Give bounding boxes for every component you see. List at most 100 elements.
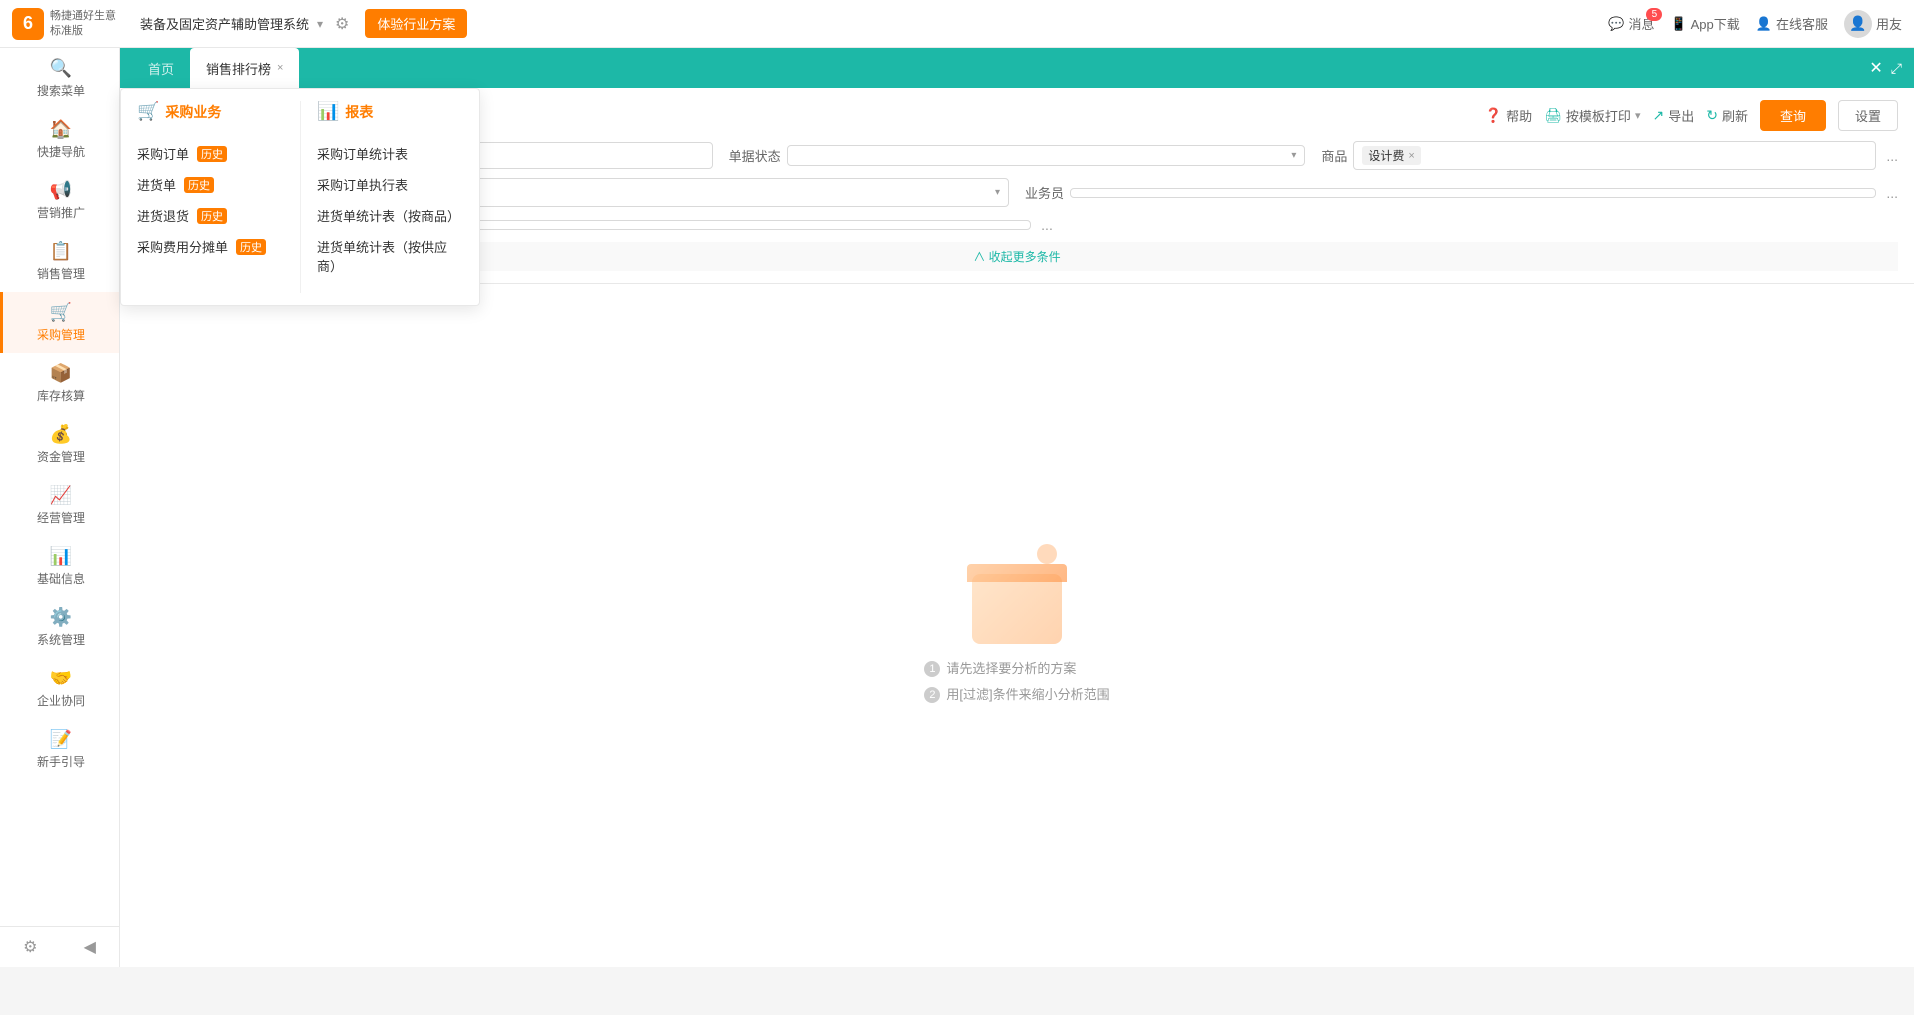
dropdown-inner: 🛒 采购业务 采购订单 历史 进货单 历史 进货退货 历史 采购费用分摊单 历史 bbox=[121, 101, 479, 293]
settings-icon[interactable]: ⚙ bbox=[335, 14, 349, 34]
sidebar-item-marketing[interactable]: 📢 营销推广 bbox=[0, 170, 119, 231]
tab-sales-ranking-label: 销售排行榜 bbox=[206, 59, 271, 78]
user-area[interactable]: 👤 用友 bbox=[1844, 10, 1902, 38]
app-download-label: App下载 bbox=[1691, 14, 1740, 33]
dropdown-item-inbound-stat-goods[interactable]: 进货单统计表（按商品） bbox=[317, 200, 463, 231]
top-bar-right: 💬 消息 5 📱 App下载 👤 在线客服 👤 用友 bbox=[1608, 10, 1902, 38]
tab-home-label: 首页 bbox=[148, 59, 174, 78]
system-icon: ⚙️ bbox=[50, 607, 72, 628]
system-title: 装备及固定资产辅助管理系统 bbox=[140, 14, 309, 33]
cost-history: 历史 bbox=[236, 239, 266, 255]
salesman-input[interactable] bbox=[1070, 188, 1876, 198]
top-bar: 6 畅捷通好生意 标准版 装备及固定资产辅助管理系统 ▾ ⚙ 体验行业方案 💬 … bbox=[0, 0, 1914, 48]
business-icon: 📈 bbox=[50, 485, 72, 506]
refresh-btn[interactable]: ↻ 刷新 bbox=[1706, 106, 1748, 125]
export-btn[interactable]: ↗ 导出 bbox=[1652, 106, 1694, 125]
step-1: 1 请先选择要分析的方案 bbox=[924, 656, 1109, 682]
export-icon: ↗ bbox=[1652, 107, 1664, 124]
message-icon: 💬 bbox=[1608, 16, 1624, 32]
dropdown-item-inbound[interactable]: 进货单 历史 bbox=[137, 169, 284, 200]
goods-input[interactable]: 设计费 × bbox=[1353, 141, 1876, 170]
empty-illustration bbox=[957, 544, 1077, 644]
tab-sales-ranking[interactable]: 销售排行榜 × bbox=[190, 48, 299, 88]
sidebar-item-basic[interactable]: 📊 基础信息 bbox=[0, 536, 119, 597]
goods-dots[interactable]: ... bbox=[1886, 148, 1898, 164]
tab-bar-close-btn[interactable]: ✕ bbox=[1869, 58, 1882, 78]
refresh-icon: ↻ bbox=[1706, 107, 1718, 124]
industry-btn[interactable]: 体验行业方案 bbox=[365, 9, 467, 38]
tab-bar-expand-btn[interactable]: ⤢ bbox=[1891, 60, 1902, 77]
sidebar-item-business[interactable]: 📈 经营管理 bbox=[0, 475, 119, 536]
salesman-dots[interactable]: ... bbox=[1886, 185, 1898, 201]
service-icon: 👤 bbox=[1756, 16, 1772, 32]
goods-label: 商品 bbox=[1321, 146, 1347, 165]
app-download-btn[interactable]: 📱 App下载 bbox=[1670, 14, 1739, 33]
cooperation-icon: 🤝 bbox=[50, 668, 72, 689]
collapse-icon: ∧ bbox=[973, 250, 985, 264]
sidebar-item-inventory[interactable]: 📦 库存核算 bbox=[0, 353, 119, 414]
sidebar-label-cooperation: 企业协同 bbox=[37, 692, 85, 709]
query-btn[interactable]: 查询 bbox=[1760, 100, 1826, 131]
return-label: 进货退货 bbox=[137, 206, 189, 225]
tab-bar-right: ✕ ⤢ bbox=[1869, 58, 1902, 78]
sidebar-item-cooperation[interactable]: 🤝 企业协同 bbox=[0, 658, 119, 719]
sidebar-label-basic: 基础信息 bbox=[37, 570, 85, 587]
dropdown-item-inbound-stat-supplier[interactable]: 进货单统计表（按供应商） bbox=[317, 231, 463, 281]
status-input[interactable]: ▾ bbox=[787, 145, 1306, 166]
dropdown-item-purchase-order[interactable]: 采购订单 历史 bbox=[137, 138, 284, 169]
system-dropdown-arrow[interactable]: ▾ bbox=[317, 17, 323, 31]
sidebar-collapse-btn[interactable]: ◀ bbox=[84, 937, 96, 957]
purchase-icon: 🛒 bbox=[50, 302, 72, 323]
tab-bar: 首页 销售排行榜 × ✕ ⤢ bbox=[120, 48, 1914, 88]
dropdown-item-return[interactable]: 进货退货 历史 bbox=[137, 200, 284, 231]
step-1-text: 请先选择要分析的方案 bbox=[946, 656, 1076, 682]
step-2: 2 用[过滤]条件来缩小分析范围 bbox=[924, 682, 1109, 708]
purchase-order-history: 历史 bbox=[197, 146, 227, 162]
sales-icon: 📋 bbox=[50, 241, 72, 262]
tab-close-btn[interactable]: × bbox=[277, 62, 283, 74]
sidebar-label-search: 搜索菜单 bbox=[37, 82, 85, 99]
online-service-label: 在线客服 bbox=[1776, 14, 1828, 33]
sidebar-label-marketing: 营销推广 bbox=[37, 204, 85, 221]
filter-salesman: 业务员 ... bbox=[1025, 183, 1898, 202]
empty-state: 1 请先选择要分析的方案 2 用[过滤]条件来缩小分析范围 bbox=[120, 284, 1914, 967]
logo-area: 6 畅捷通好生意 标准版 bbox=[12, 8, 132, 40]
sidebar-item-nav[interactable]: 🏠 快捷导航 bbox=[0, 109, 119, 170]
print-dropdown-arrow[interactable]: ▾ bbox=[1635, 109, 1641, 122]
customer-dots[interactable]: ... bbox=[1041, 217, 1053, 233]
set-btn[interactable]: 设置 bbox=[1838, 100, 1898, 131]
online-service-btn[interactable]: 👤 在线客服 bbox=[1756, 14, 1828, 33]
dropdown-purchase-col: 🛒 采购业务 采购订单 历史 进货单 历史 进货退货 历史 采购费用分摊单 历史 bbox=[121, 101, 300, 293]
sidebar-label-sales: 销售管理 bbox=[37, 265, 85, 282]
help-label: 帮助 bbox=[1506, 106, 1532, 125]
dropdown-purchase-title: 🛒 采购业务 bbox=[137, 101, 284, 128]
tab-home[interactable]: 首页 bbox=[132, 48, 190, 88]
sidebar-label-business: 经营管理 bbox=[37, 509, 85, 526]
sidebar-item-system[interactable]: ⚙️ 系统管理 bbox=[0, 597, 119, 658]
dropdown-report-col: 📊 报表 采购订单统计表 采购订单执行表 进货单统计表（按商品） 进货单统计表（… bbox=[300, 101, 479, 293]
help-btn[interactable]: ❓ 帮助 bbox=[1485, 106, 1532, 125]
user-label: 用友 bbox=[1876, 14, 1902, 33]
sidebar-item-finance[interactable]: 💰 资金管理 bbox=[0, 414, 119, 475]
sidebar-item-guide[interactable]: 📝 新手引导 bbox=[0, 719, 119, 780]
print-label: 按模板打印 bbox=[1566, 106, 1631, 125]
sidebar-item-sales[interactable]: 📋 销售管理 bbox=[0, 231, 119, 292]
message-btn[interactable]: 💬 消息 5 bbox=[1608, 14, 1654, 33]
goods-tag-close[interactable]: × bbox=[1408, 150, 1414, 162]
goods-tag: 设计费 × bbox=[1362, 146, 1420, 165]
print-btn[interactable]: 🖨 按模板打印 ▾ bbox=[1544, 106, 1640, 125]
sidebar-bottom: ⚙ ◀ bbox=[0, 926, 119, 967]
dropdown-item-order-exec[interactable]: 采购订单执行表 bbox=[317, 169, 463, 200]
dropdown-item-cost[interactable]: 采购费用分摊单 历史 bbox=[137, 231, 284, 262]
sidebar-item-purchase[interactable]: 🛒 采购管理 bbox=[0, 292, 119, 353]
step-1-num: 1 bbox=[924, 661, 940, 677]
inbound-label: 进货单 bbox=[137, 175, 176, 194]
sidebar-settings-btn[interactable]: ⚙ bbox=[23, 937, 37, 957]
sidebar-label-purchase: 采购管理 bbox=[37, 326, 85, 343]
finance-icon: 💰 bbox=[50, 424, 72, 445]
phone-icon: 📱 bbox=[1670, 16, 1686, 32]
order-exec-label: 采购订单执行表 bbox=[317, 175, 408, 194]
dropdown-item-order-stat[interactable]: 采购订单统计表 bbox=[317, 138, 463, 169]
sidebar-item-search[interactable]: 🔍 搜索菜单 bbox=[0, 48, 119, 109]
sidebar-label-finance: 资金管理 bbox=[37, 448, 85, 465]
